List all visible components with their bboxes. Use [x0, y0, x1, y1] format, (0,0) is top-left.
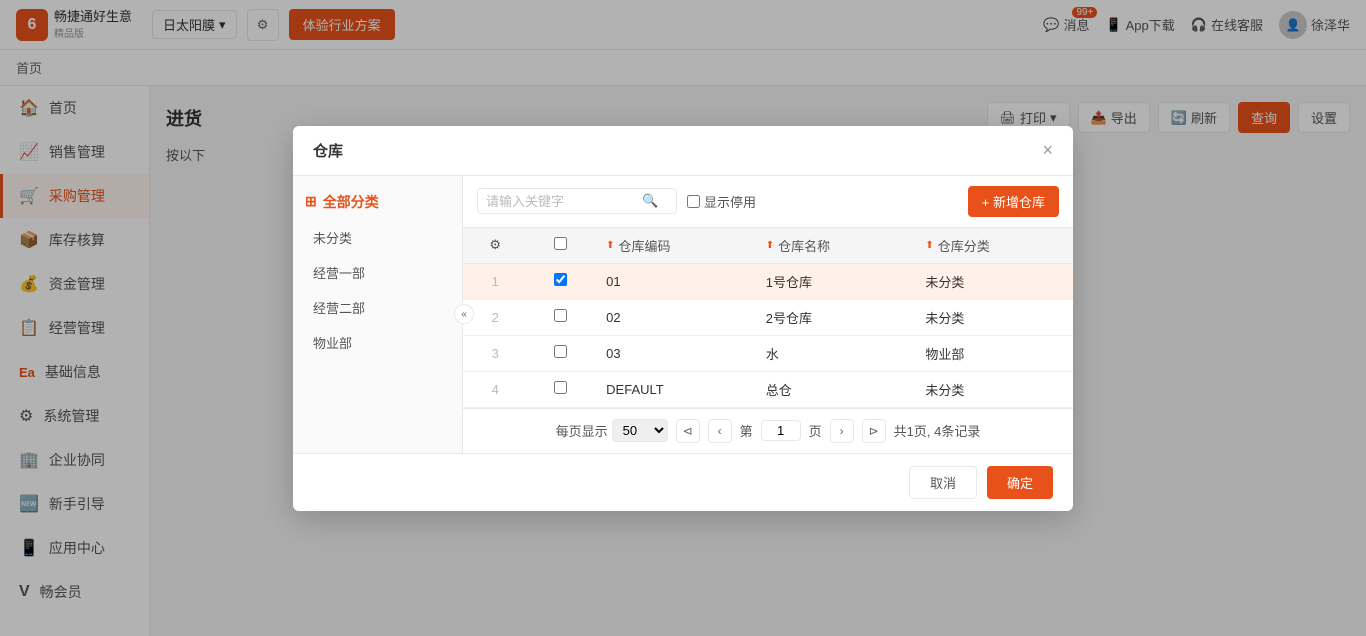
per-page-label: 每页显示: [556, 421, 608, 440]
row-name: 1号仓库: [754, 263, 914, 299]
show-disabled-label: 显示停用: [704, 192, 756, 211]
add-warehouse-button[interactable]: + 新增仓库: [968, 186, 1059, 217]
per-page-dropdown[interactable]: 50 10 20 100: [612, 419, 668, 442]
row-code: DEFAULT: [594, 371, 754, 407]
show-disabled-checkbox-label[interactable]: 显示停用: [687, 192, 756, 211]
col-name-label: 仓库名称: [778, 236, 830, 255]
row-name: 总仓: [754, 371, 914, 407]
category-header-label: 全部分类: [323, 192, 379, 212]
page-suffix: 页: [809, 421, 822, 440]
row-name: 2号仓库: [754, 299, 914, 335]
search-icon: 🔍: [642, 193, 658, 209]
row-gear[interactable]: 3: [463, 335, 527, 371]
modal-category-ops1[interactable]: 经营一部: [293, 255, 462, 290]
select-all-checkbox[interactable]: [554, 237, 567, 250]
table-header-row: ⚙ ⬆ 仓库编码 ⬆: [463, 228, 1073, 264]
row-code: 01: [594, 263, 754, 299]
page-label: 第: [740, 421, 753, 440]
col-code: ⬆ 仓库编码: [594, 228, 754, 264]
category-grid-icon: ⊞: [305, 193, 317, 210]
prev-page-button[interactable]: ‹: [708, 419, 732, 443]
modal-sidebar-collapse-button[interactable]: «: [454, 304, 474, 324]
total-info: 共1页, 4条记录: [894, 421, 981, 440]
per-page-select: 每页显示 50 10 20 100: [556, 419, 668, 442]
page-number-input[interactable]: [761, 420, 801, 441]
row-gear[interactable]: 4: [463, 371, 527, 407]
col-category-label: 仓库分类: [938, 236, 990, 255]
modal-toolbar: 🔍 显示停用 + 新增仓库: [463, 176, 1073, 228]
row-checkbox[interactable]: [527, 335, 594, 371]
row-category: 未分类: [913, 371, 1073, 407]
confirm-button[interactable]: 确定: [987, 466, 1053, 499]
col-code-label: 仓库编码: [619, 236, 671, 255]
modal-category-ops2[interactable]: 经营二部: [293, 290, 462, 325]
table-row[interactable]: 1 01 1号仓库 未分类: [463, 263, 1073, 299]
modal-sidebar-header[interactable]: ⊞ 全部分类: [293, 184, 462, 220]
modal-close-button[interactable]: ×: [1042, 140, 1053, 161]
row-category: 未分类: [913, 263, 1073, 299]
next-page-button[interactable]: ›: [830, 419, 854, 443]
table-row[interactable]: 2 02 2号仓库 未分类: [463, 299, 1073, 335]
first-page-button[interactable]: ⊲: [676, 419, 700, 443]
warehouse-table: ⚙ ⬆ 仓库编码 ⬆: [463, 228, 1073, 408]
warehouse-table-wrap: ⚙ ⬆ 仓库编码 ⬆: [463, 228, 1073, 408]
row-code: 03: [594, 335, 754, 371]
warehouse-modal: 仓库 × ⊞ 全部分类 « 未分类 经营一部 经营二部 物业部: [293, 126, 1073, 511]
row-checkbox[interactable]: [527, 263, 594, 299]
row-code: 02: [594, 299, 754, 335]
modal-header: 仓库 ×: [293, 126, 1073, 176]
col-checkbox: [527, 228, 594, 264]
row-checkbox[interactable]: [527, 299, 594, 335]
row-gear[interactable]: 1: [463, 263, 527, 299]
code-sort-icon: ⬆: [606, 240, 614, 251]
category-sort-icon: ⬆: [925, 240, 933, 251]
table-row[interactable]: 4 DEFAULT 总仓 未分类: [463, 371, 1073, 407]
last-page-button[interactable]: ⊳: [862, 419, 886, 443]
search-input[interactable]: [486, 194, 636, 209]
col-gear: ⚙: [463, 228, 527, 264]
col-category: ⬆ 仓库分类: [913, 228, 1073, 264]
modal-footer: 取消 确定: [293, 453, 1073, 511]
modal-body: ⊞ 全部分类 « 未分类 经营一部 经营二部 物业部 🔍: [293, 176, 1073, 453]
modal-main-content: 🔍 显示停用 + 新增仓库 ⚙: [463, 176, 1073, 453]
table-body: 1 01 1号仓库 未分类 2 02 2号仓库 未分类 3 03 水 物业部 4…: [463, 263, 1073, 407]
row-name: 水: [754, 335, 914, 371]
row-checkbox[interactable]: [527, 371, 594, 407]
cancel-button[interactable]: 取消: [909, 466, 977, 499]
pagination: 每页显示 50 10 20 100 ⊲ ‹ 第 页 › ⊳: [463, 408, 1073, 453]
modal-sidebar: ⊞ 全部分类 « 未分类 经营一部 经营二部 物业部: [293, 176, 463, 453]
col-name: ⬆ 仓库名称: [754, 228, 914, 264]
show-disabled-checkbox[interactable]: [687, 195, 700, 208]
table-row[interactable]: 3 03 水 物业部: [463, 335, 1073, 371]
modal-category-unclassified[interactable]: 未分类: [293, 220, 462, 255]
row-category: 未分类: [913, 299, 1073, 335]
name-sort-icon: ⬆: [766, 240, 774, 251]
modal-overlay: 仓库 × ⊞ 全部分类 « 未分类 经营一部 经营二部 物业部: [0, 0, 1366, 636]
row-category: 物业部: [913, 335, 1073, 371]
search-box: 🔍: [477, 188, 677, 214]
modal-category-property[interactable]: 物业部: [293, 325, 462, 360]
modal-title: 仓库: [313, 140, 343, 161]
